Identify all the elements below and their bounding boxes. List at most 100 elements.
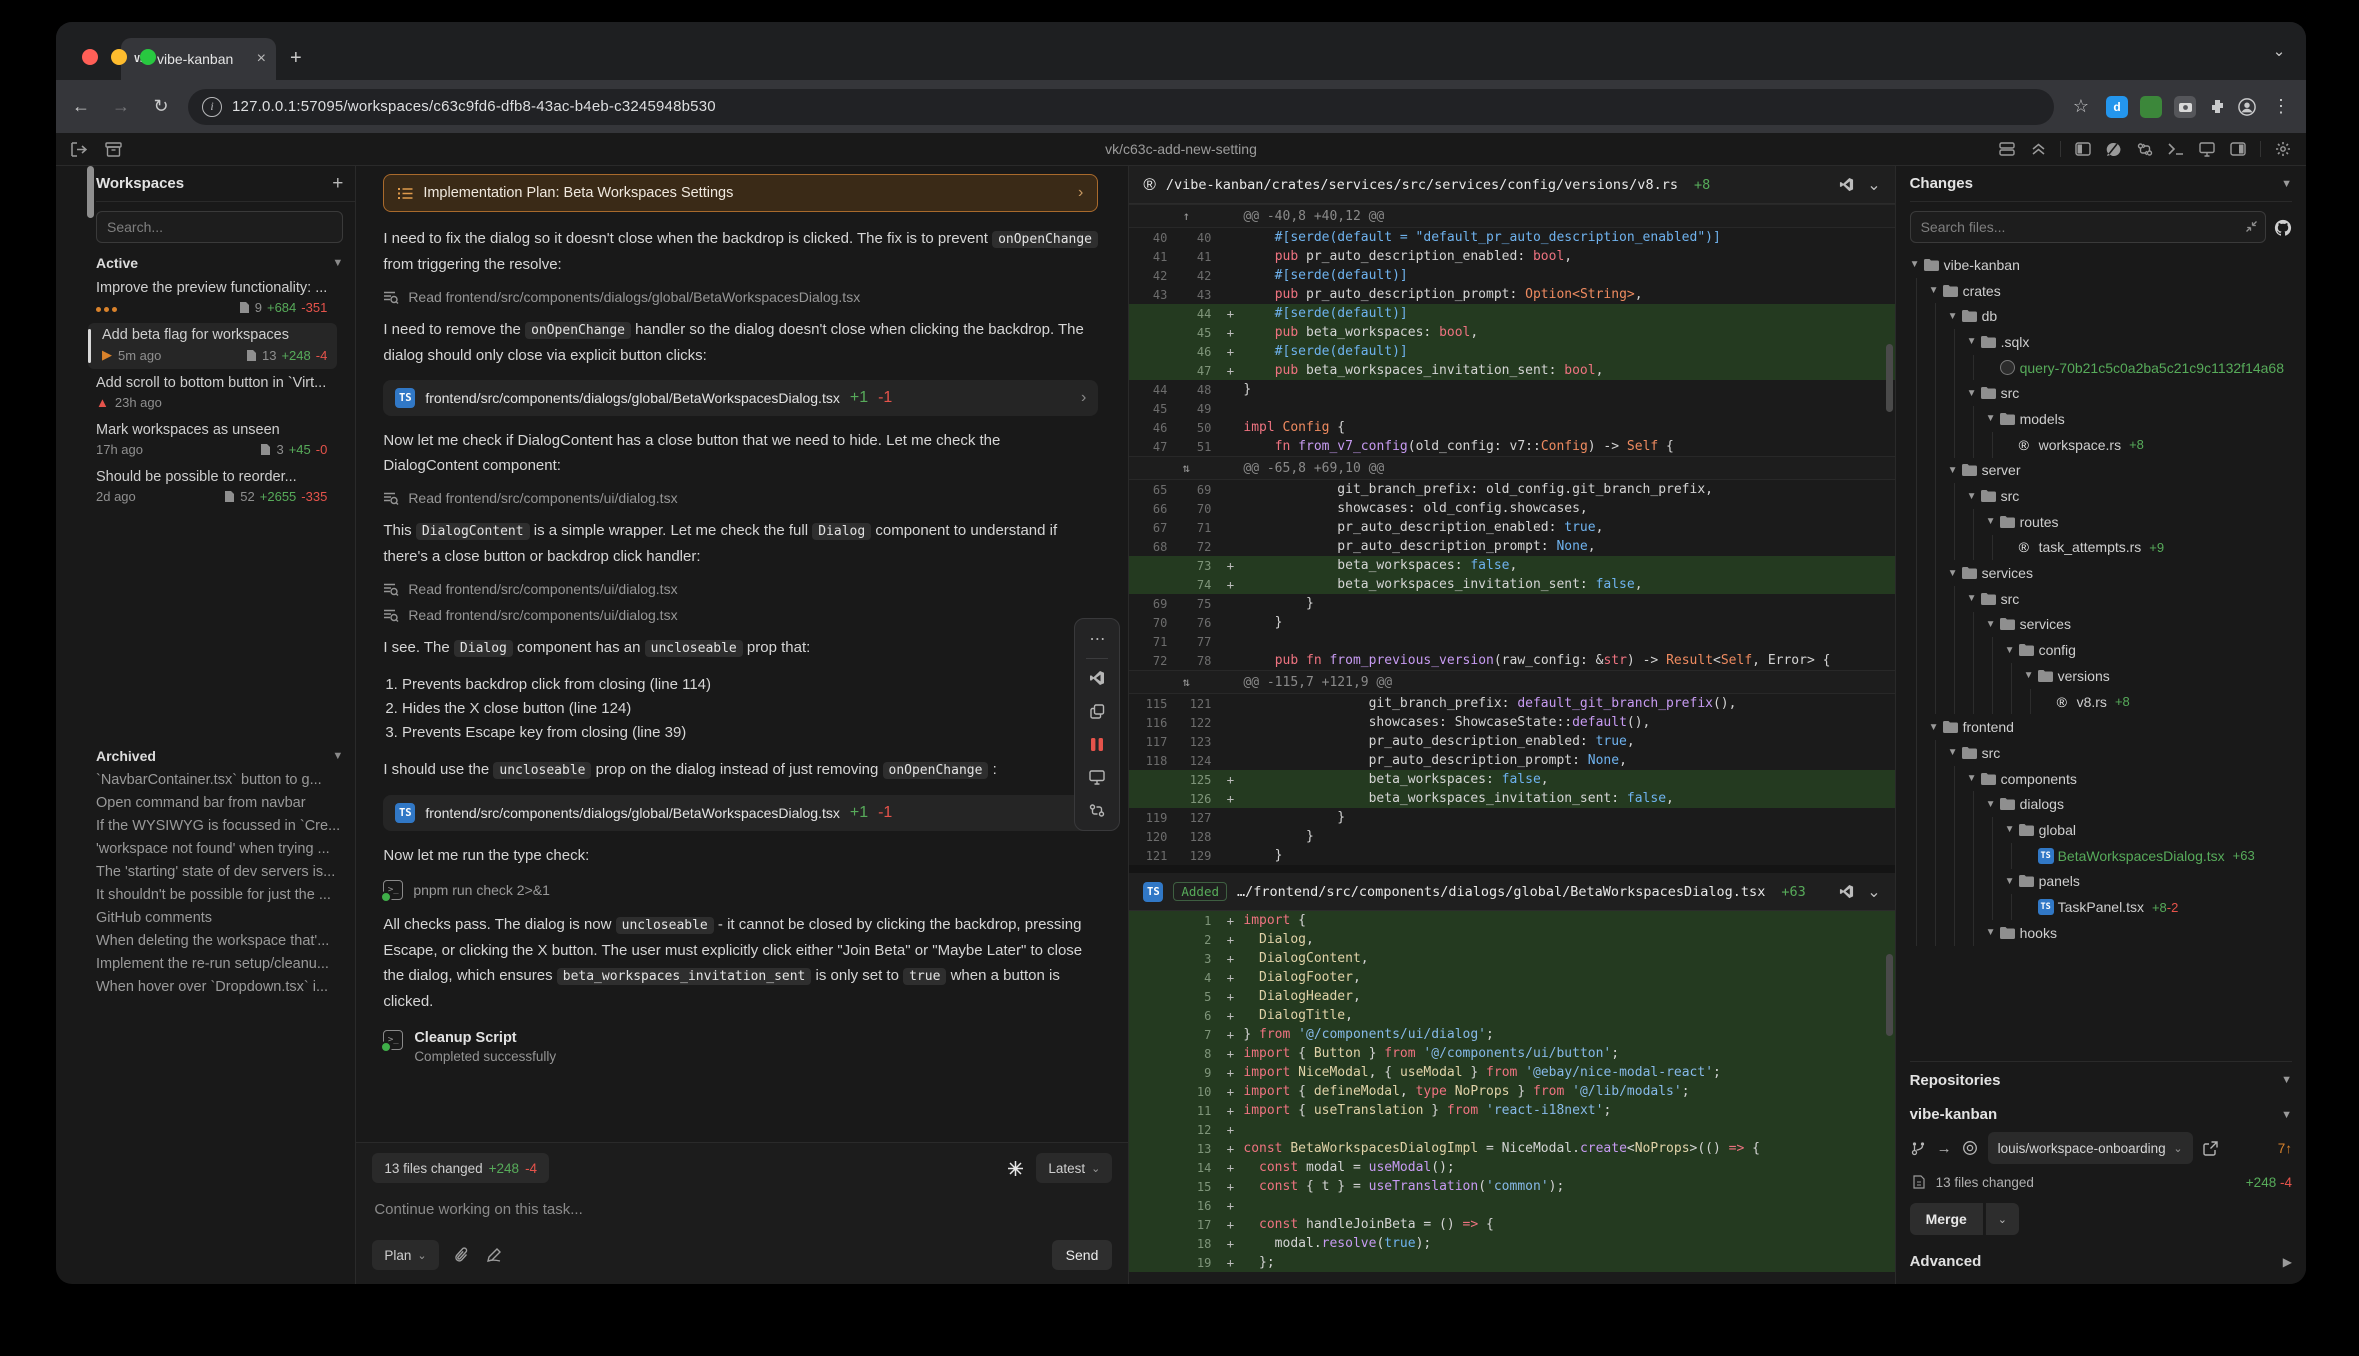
panel-right-icon[interactable]	[2229, 140, 2247, 158]
archived-workspace-item[interactable]: `NavbarContainer.tsx` button to g...	[96, 768, 345, 791]
latest-dropdown[interactable]: Latest ⌄	[1036, 1153, 1113, 1183]
diff-file-header[interactable]: TS Added …/frontend/src/components/dialogs…	[1129, 873, 1895, 911]
tree-folder-row[interactable]: ▼ services	[1910, 611, 2292, 638]
open-in-vscode-icon[interactable]	[1082, 664, 1112, 692]
dev-server-icon[interactable]	[1082, 763, 1112, 791]
tree-folder-row[interactable]: ▼ components	[1910, 765, 2292, 792]
monitor-icon[interactable]	[2198, 140, 2216, 158]
diff-file-header[interactable]: ® /vibe-kanban/crates/services/src/servic…	[1129, 166, 1895, 204]
conversation-scroll[interactable]: Implementation Plan: Beta Workspaces Set…	[356, 166, 1128, 1142]
expand-hunk-icon[interactable]: ⇅	[1129, 675, 1243, 689]
collapse-all-icon[interactable]	[2029, 140, 2047, 158]
spark-icon[interactable]	[1006, 1159, 1024, 1177]
workspace-item[interactable]: Add scroll to bottom button in `Virt... ▲…	[88, 371, 337, 416]
panel-left-icon[interactable]	[2074, 140, 2092, 158]
green-extension-icon[interactable]	[2140, 95, 2162, 118]
tree-folder-row[interactable]: ▼ services	[1910, 560, 2292, 586]
tree-folder-row[interactable]: ▼ server	[1910, 457, 2292, 484]
new-tab-button[interactable]: +	[290, 47, 302, 70]
maximize-window-button[interactable]	[140, 49, 156, 65]
tree-folder-row[interactable]: ▼ config	[1910, 637, 2292, 663]
tree-file-row[interactable]: query-70b21c5c0a2ba5c21c9c1132f14a68	[1910, 354, 2292, 381]
browser-menu-icon[interactable]: ⋮	[2268, 96, 2294, 117]
merge-options-button[interactable]: ⌄	[1984, 1203, 2019, 1235]
close-window-button[interactable]	[82, 49, 98, 65]
expand-hunk-icon[interactable]: ⇅	[1129, 461, 1243, 475]
tree-folder-row[interactable]: ▼ routes	[1910, 508, 2292, 535]
tree-folder-row[interactable]: ▼ versions	[1910, 663, 2292, 689]
diff-body[interactable]: 1 + import {2 + Dialog, 3 + DialogContent, 4 + …	[1129, 911, 1895, 1284]
more-actions-icon[interactable]: ⋯	[1082, 625, 1112, 653]
plan-mode-dropdown[interactable]: Plan ⌄	[372, 1240, 439, 1270]
workspace-item[interactable]: Mark workspaces as unseen 17h ago 3 +45 -0	[88, 418, 337, 463]
chat-bubble-icon[interactable]	[2105, 140, 2123, 158]
copy-icon[interactable]	[1082, 697, 1112, 725]
workspaces-search-input[interactable]	[96, 211, 344, 243]
read-tool-row[interactable]: Read frontend/src/components/ui/dialog.t…	[383, 581, 1098, 597]
back-icon[interactable]: ←	[68, 96, 94, 117]
tree-folder-row[interactable]: ▼ models	[1910, 406, 2292, 432]
workspace-item[interactable]: Should be possible to reorder... 2d ago 52…	[88, 465, 337, 510]
archived-section-header[interactable]: Archived ▼	[96, 742, 355, 768]
git-compare-icon[interactable]	[1082, 796, 1112, 824]
archived-workspace-item[interactable]: When hover over `Dropdown.tsx` i...	[96, 975, 345, 998]
chevron-down-icon[interactable]: ▼	[2281, 1109, 2292, 1121]
archived-workspace-item[interactable]: The 'starting' state of dev servers is..…	[96, 860, 345, 883]
camera-extension-icon[interactable]	[2174, 95, 2196, 118]
edit-pen-icon[interactable]	[485, 1246, 503, 1264]
stop-agent-icon[interactable]	[1082, 730, 1112, 758]
read-tool-row[interactable]: Read frontend/src/components/ui/dialog.t…	[383, 490, 1098, 506]
attach-paperclip-icon[interactable]	[453, 1246, 471, 1264]
expand-hunk-icon[interactable]: ↑	[1129, 209, 1243, 223]
message-input[interactable]	[356, 1191, 1129, 1229]
url-bar[interactable]: i 127.0.0.1:57095/workspaces/c63c9fd6-df…	[188, 88, 2054, 125]
base-branch-dropdown[interactable]: louis/workspace-onboarding ⌄	[1987, 1132, 2193, 1164]
profile-avatar[interactable]	[2238, 97, 2256, 116]
tree-folder-row[interactable]: ▼ global	[1910, 817, 2292, 843]
tree-file-row[interactable]: ® workspace.rs +8	[1910, 431, 2292, 458]
tree-folder-row[interactable]: ▼ src	[1910, 380, 2292, 407]
collapse-diff-icon[interactable]: ⌄	[1867, 175, 1880, 195]
git-compare-icon[interactable]	[2136, 140, 2154, 158]
tree-folder-row[interactable]: ▼ .sqlx	[1910, 329, 2292, 355]
archived-workspace-item[interactable]: 'workspace not found' when trying ...	[96, 837, 345, 860]
merge-button[interactable]: Merge	[1909, 1203, 1983, 1235]
tree-folder-row[interactable]: ▼ frontend	[1910, 714, 2292, 741]
tree-folder-row[interactable]: ▼ panels	[1910, 868, 2292, 895]
layout-rows-icon[interactable]	[1998, 140, 2016, 158]
bookmark-icon[interactable]: ☆	[2068, 96, 2094, 117]
open-in-vscode-icon[interactable]	[1837, 176, 1855, 194]
sidebar-drag-handle[interactable]	[87, 166, 94, 218]
implementation-plan-banner[interactable]: Implementation Plan: Beta Workspaces Set…	[383, 174, 1099, 212]
hunk-header[interactable]: ↑ @@ -40,8 +40,12 @@	[1129, 204, 1895, 228]
send-button[interactable]: Send	[1051, 1240, 1113, 1270]
minimize-window-button[interactable]	[111, 49, 127, 65]
tree-file-row[interactable]: TS BetaWorkspacesDialog.tsx +63	[1910, 842, 2292, 869]
archived-workspace-item[interactable]: If the WYSIWYG is focussed in `Cre...	[96, 814, 345, 837]
chevron-down-icon[interactable]: ▼	[2281, 1074, 2292, 1086]
tab-search-icon[interactable]: ⌄	[2266, 38, 2292, 64]
tree-folder-row[interactable]: ▼ vibe-kanban	[1910, 252, 2292, 278]
terminal-icon[interactable]	[2167, 140, 2185, 158]
workspace-item[interactable]: Add beta flag for workspaces ▶ 5m ago 13 +24…	[88, 323, 338, 369]
changes-search-input[interactable]	[1909, 211, 2266, 243]
tab-close-icon[interactable]: ×	[257, 51, 266, 67]
tree-file-row[interactable]: TS TaskPanel.tsx +8 -2	[1910, 894, 2292, 920]
tree-folder-row[interactable]: ▼ dialogs	[1910, 791, 2292, 818]
scrollbar-thumb[interactable]	[1885, 344, 1893, 412]
github-icon[interactable]	[2274, 218, 2292, 236]
archived-workspace-item[interactable]: GitHub comments	[96, 906, 345, 929]
extensions-puzzle-icon[interactable]	[2208, 98, 2226, 116]
workspace-item[interactable]: Improve the preview functionality: ... 9 +…	[88, 276, 337, 321]
tree-file-row[interactable]: ® task_attempts.rs +9	[1910, 534, 2292, 561]
diff-body[interactable]: ↑ @@ -40,8 +40,12 @@ 40 40 #[serde(default …	[1129, 204, 1895, 865]
archived-workspace-item[interactable]: It shouldn't be possible for just the ..…	[96, 883, 345, 906]
hunk-header[interactable]: ⇅ @@ -65,8 +69,10 @@	[1129, 456, 1895, 480]
edited-file-card[interactable]: TS frontend/src/components/dialogs/global…	[383, 380, 1099, 416]
tree-folder-row[interactable]: ▼ src	[1910, 740, 2292, 766]
add-workspace-button[interactable]: +	[332, 173, 343, 195]
chevron-down-icon[interactable]: ▼	[2281, 178, 2292, 190]
archived-workspace-item[interactable]: When deleting the workspace that'...	[96, 929, 345, 952]
collapse-diff-icon[interactable]: ⌄	[1867, 882, 1880, 902]
target-icon[interactable]	[1961, 1139, 1979, 1157]
